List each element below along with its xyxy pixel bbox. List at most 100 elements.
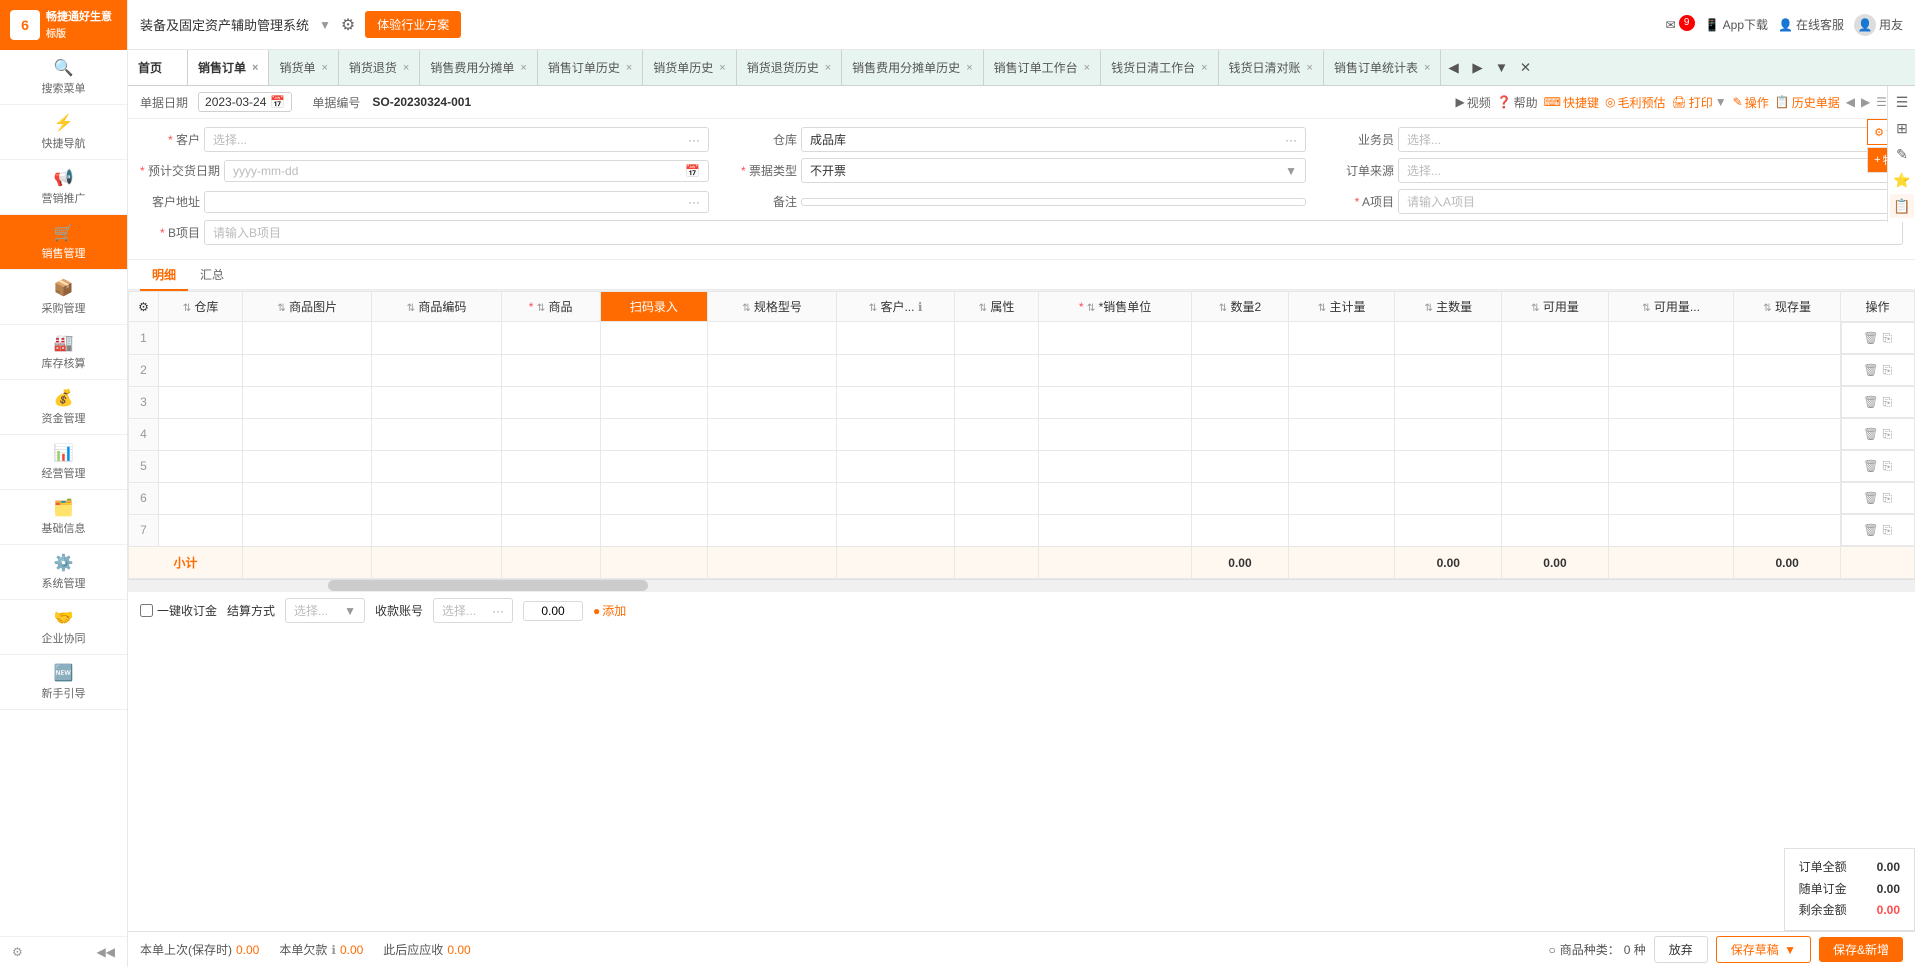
row-4-available[interactable] bbox=[1502, 418, 1609, 450]
warehouse-input[interactable]: 成品库 ··· bbox=[801, 127, 1306, 152]
dropdown-icon[interactable]: ▼ bbox=[319, 18, 331, 32]
print-dropdown-icon[interactable]: ▼ bbox=[1715, 95, 1727, 109]
row-1-main-unit[interactable] bbox=[1288, 322, 1395, 355]
row-3-stock[interactable] bbox=[1734, 386, 1841, 418]
row-5-unit[interactable] bbox=[1039, 450, 1192, 482]
row-7-code[interactable] bbox=[372, 514, 501, 547]
row-2-attrs[interactable] bbox=[954, 354, 1038, 386]
right-panel-icon-4[interactable]: ⭐ bbox=[1890, 168, 1914, 192]
industry-btn[interactable]: 体验行业方案 bbox=[365, 11, 461, 38]
copy-icon-6[interactable]: ⎘ bbox=[1883, 491, 1893, 506]
sidebar-item-guide[interactable]: 🆕 新手引导 bbox=[0, 655, 127, 710]
tab-expense-history[interactable]: 销售费用分摊单历史 × bbox=[842, 50, 983, 85]
row-4-main-unit[interactable] bbox=[1288, 418, 1395, 450]
copy-icon-3[interactable]: ⎘ bbox=[1883, 395, 1893, 410]
address-input[interactable]: ··· bbox=[204, 191, 709, 213]
order-source-select[interactable]: 选择... ▼ bbox=[1398, 158, 1903, 183]
row-3-goods[interactable] bbox=[501, 386, 600, 418]
row-6-goods[interactable] bbox=[501, 482, 600, 514]
row-1-available2[interactable] bbox=[1608, 322, 1733, 355]
col-warehouse[interactable]: ⇅ 仓库 bbox=[159, 292, 243, 322]
tab-close-sales-order[interactable]: × bbox=[252, 62, 258, 74]
row-6-qty2[interactable] bbox=[1192, 482, 1289, 514]
save-draft-dropdown-icon[interactable]: ▼ bbox=[1784, 943, 1796, 957]
row-4-available2[interactable] bbox=[1608, 418, 1733, 450]
tab-close-sales-stats[interactable]: × bbox=[1424, 62, 1430, 74]
row-6-spec[interactable] bbox=[707, 482, 836, 514]
topbar-settings-icon[interactable]: ⚙ bbox=[341, 15, 355, 35]
row-5-attrs[interactable] bbox=[954, 450, 1038, 482]
row-5-stock[interactable] bbox=[1734, 450, 1841, 482]
tab-next-btn[interactable]: ▶ bbox=[1465, 50, 1489, 85]
copy-icon-2[interactable]: ⎘ bbox=[1883, 363, 1893, 378]
ticket-select[interactable]: 不开票 ▼ bbox=[801, 158, 1306, 183]
delete-icon-3[interactable]: 🗑 bbox=[1863, 395, 1878, 409]
tab-detail[interactable]: 明细 bbox=[140, 260, 188, 291]
delete-icon-4[interactable]: 🗑 bbox=[1863, 427, 1878, 441]
row-5-qty2[interactable] bbox=[1192, 450, 1289, 482]
list-view-icon[interactable]: ☰ bbox=[1876, 95, 1887, 109]
b-project-input[interactable]: 请输入B项目 bbox=[204, 220, 1903, 245]
quick-confirm-checkbox[interactable] bbox=[140, 604, 153, 617]
row-7-image[interactable] bbox=[243, 514, 372, 547]
row-7-available2[interactable] bbox=[1608, 514, 1733, 547]
sidebar-item-purchase[interactable]: 📦 采购管理 bbox=[0, 270, 127, 325]
row-1-qty2[interactable] bbox=[1192, 322, 1289, 355]
shortcut-btn[interactable]: ⌨ 快捷键 bbox=[1544, 94, 1599, 111]
sidebar-item-sales[interactable]: 🛒 销售管理 bbox=[0, 215, 127, 270]
row-1-main-qty[interactable] bbox=[1395, 322, 1502, 355]
sidebar-item-cooperation[interactable]: 🤝 企业协同 bbox=[0, 600, 127, 655]
tab-close-order-workbench[interactable]: × bbox=[1084, 62, 1090, 74]
operation-btn[interactable]: ✎ 操作 bbox=[1733, 94, 1769, 111]
profit-btn[interactable]: ◎ 毛利预估 bbox=[1605, 94, 1666, 111]
row-6-warehouse[interactable] bbox=[159, 482, 243, 514]
row-5-action[interactable]: 🗑 ⎘ bbox=[1841, 450, 1915, 482]
history-btn[interactable]: 📋 历史单据 bbox=[1775, 94, 1840, 111]
row-7-action[interactable]: 🗑 ⎘ bbox=[1841, 514, 1915, 546]
row-6-attrs[interactable] bbox=[954, 482, 1038, 514]
table-scrollbar[interactable] bbox=[128, 579, 1915, 591]
tab-close-expense-history[interactable]: × bbox=[966, 62, 972, 74]
row-1-stock[interactable] bbox=[1734, 322, 1841, 355]
col-settings[interactable]: ⚙ bbox=[129, 292, 159, 322]
row-1-code[interactable] bbox=[372, 322, 501, 355]
tab-close-all-btn[interactable]: ✕ bbox=[1513, 50, 1537, 85]
tab-cash-goods[interactable]: 钱货日清工作台 × bbox=[1101, 50, 1218, 85]
view-btn[interactable]: ▶ 视频 bbox=[1455, 94, 1490, 111]
row-6-unit[interactable] bbox=[1039, 482, 1192, 514]
row-4-stock[interactable] bbox=[1734, 418, 1841, 450]
nav-next-icon[interactable]: ▶ bbox=[1861, 95, 1870, 109]
right-panel-icon-1[interactable]: ☰ bbox=[1890, 90, 1914, 114]
amount-input[interactable] bbox=[523, 601, 583, 621]
row-1-goods[interactable] bbox=[501, 322, 600, 355]
row-6-client-code[interactable] bbox=[837, 482, 955, 514]
sidebar-item-marketing[interactable]: 📢 营销推广 bbox=[0, 160, 127, 215]
tab-sales-stats[interactable]: 销售订单统计表 × bbox=[1324, 50, 1441, 85]
row-2-stock[interactable] bbox=[1734, 354, 1841, 386]
col-available[interactable]: ⇅ 可用量 bbox=[1502, 292, 1609, 322]
row-4-client-code[interactable] bbox=[837, 418, 955, 450]
col-image[interactable]: ⇅ 商品图片 bbox=[243, 292, 372, 322]
col-main-unit[interactable]: ⇅ 主计量 bbox=[1288, 292, 1395, 322]
tab-more-btn[interactable]: ▼ bbox=[1489, 50, 1513, 85]
col-scan[interactable]: 扫码录入 bbox=[600, 292, 707, 322]
online-service-btn[interactable]: 👤 在线客服 bbox=[1778, 16, 1844, 33]
row-2-main-unit[interactable] bbox=[1288, 354, 1395, 386]
tab-invoice[interactable]: 销货单 × bbox=[269, 50, 338, 85]
row-6-main-unit[interactable] bbox=[1288, 482, 1395, 514]
remark-input[interactable] bbox=[801, 198, 1306, 206]
row-4-image[interactable] bbox=[243, 418, 372, 450]
sidebar-item-business[interactable]: 📊 经营管理 bbox=[0, 435, 127, 490]
delete-icon-7[interactable]: 🗑 bbox=[1863, 523, 1878, 537]
row-2-warehouse[interactable] bbox=[159, 354, 243, 386]
payment-method-select[interactable]: 选择... ▼ bbox=[285, 598, 365, 623]
row-2-client-code[interactable] bbox=[837, 354, 955, 386]
delete-icon-5[interactable]: 🗑 bbox=[1863, 459, 1878, 473]
row-6-image[interactable] bbox=[243, 482, 372, 514]
row-7-client-code[interactable] bbox=[837, 514, 955, 547]
add-payment-btn[interactable]: ● 添加 bbox=[593, 602, 626, 619]
row-5-code[interactable] bbox=[372, 450, 501, 482]
row-3-code[interactable] bbox=[372, 386, 501, 418]
row-4-unit[interactable] bbox=[1039, 418, 1192, 450]
discard-btn[interactable]: 放弃 bbox=[1654, 936, 1708, 963]
